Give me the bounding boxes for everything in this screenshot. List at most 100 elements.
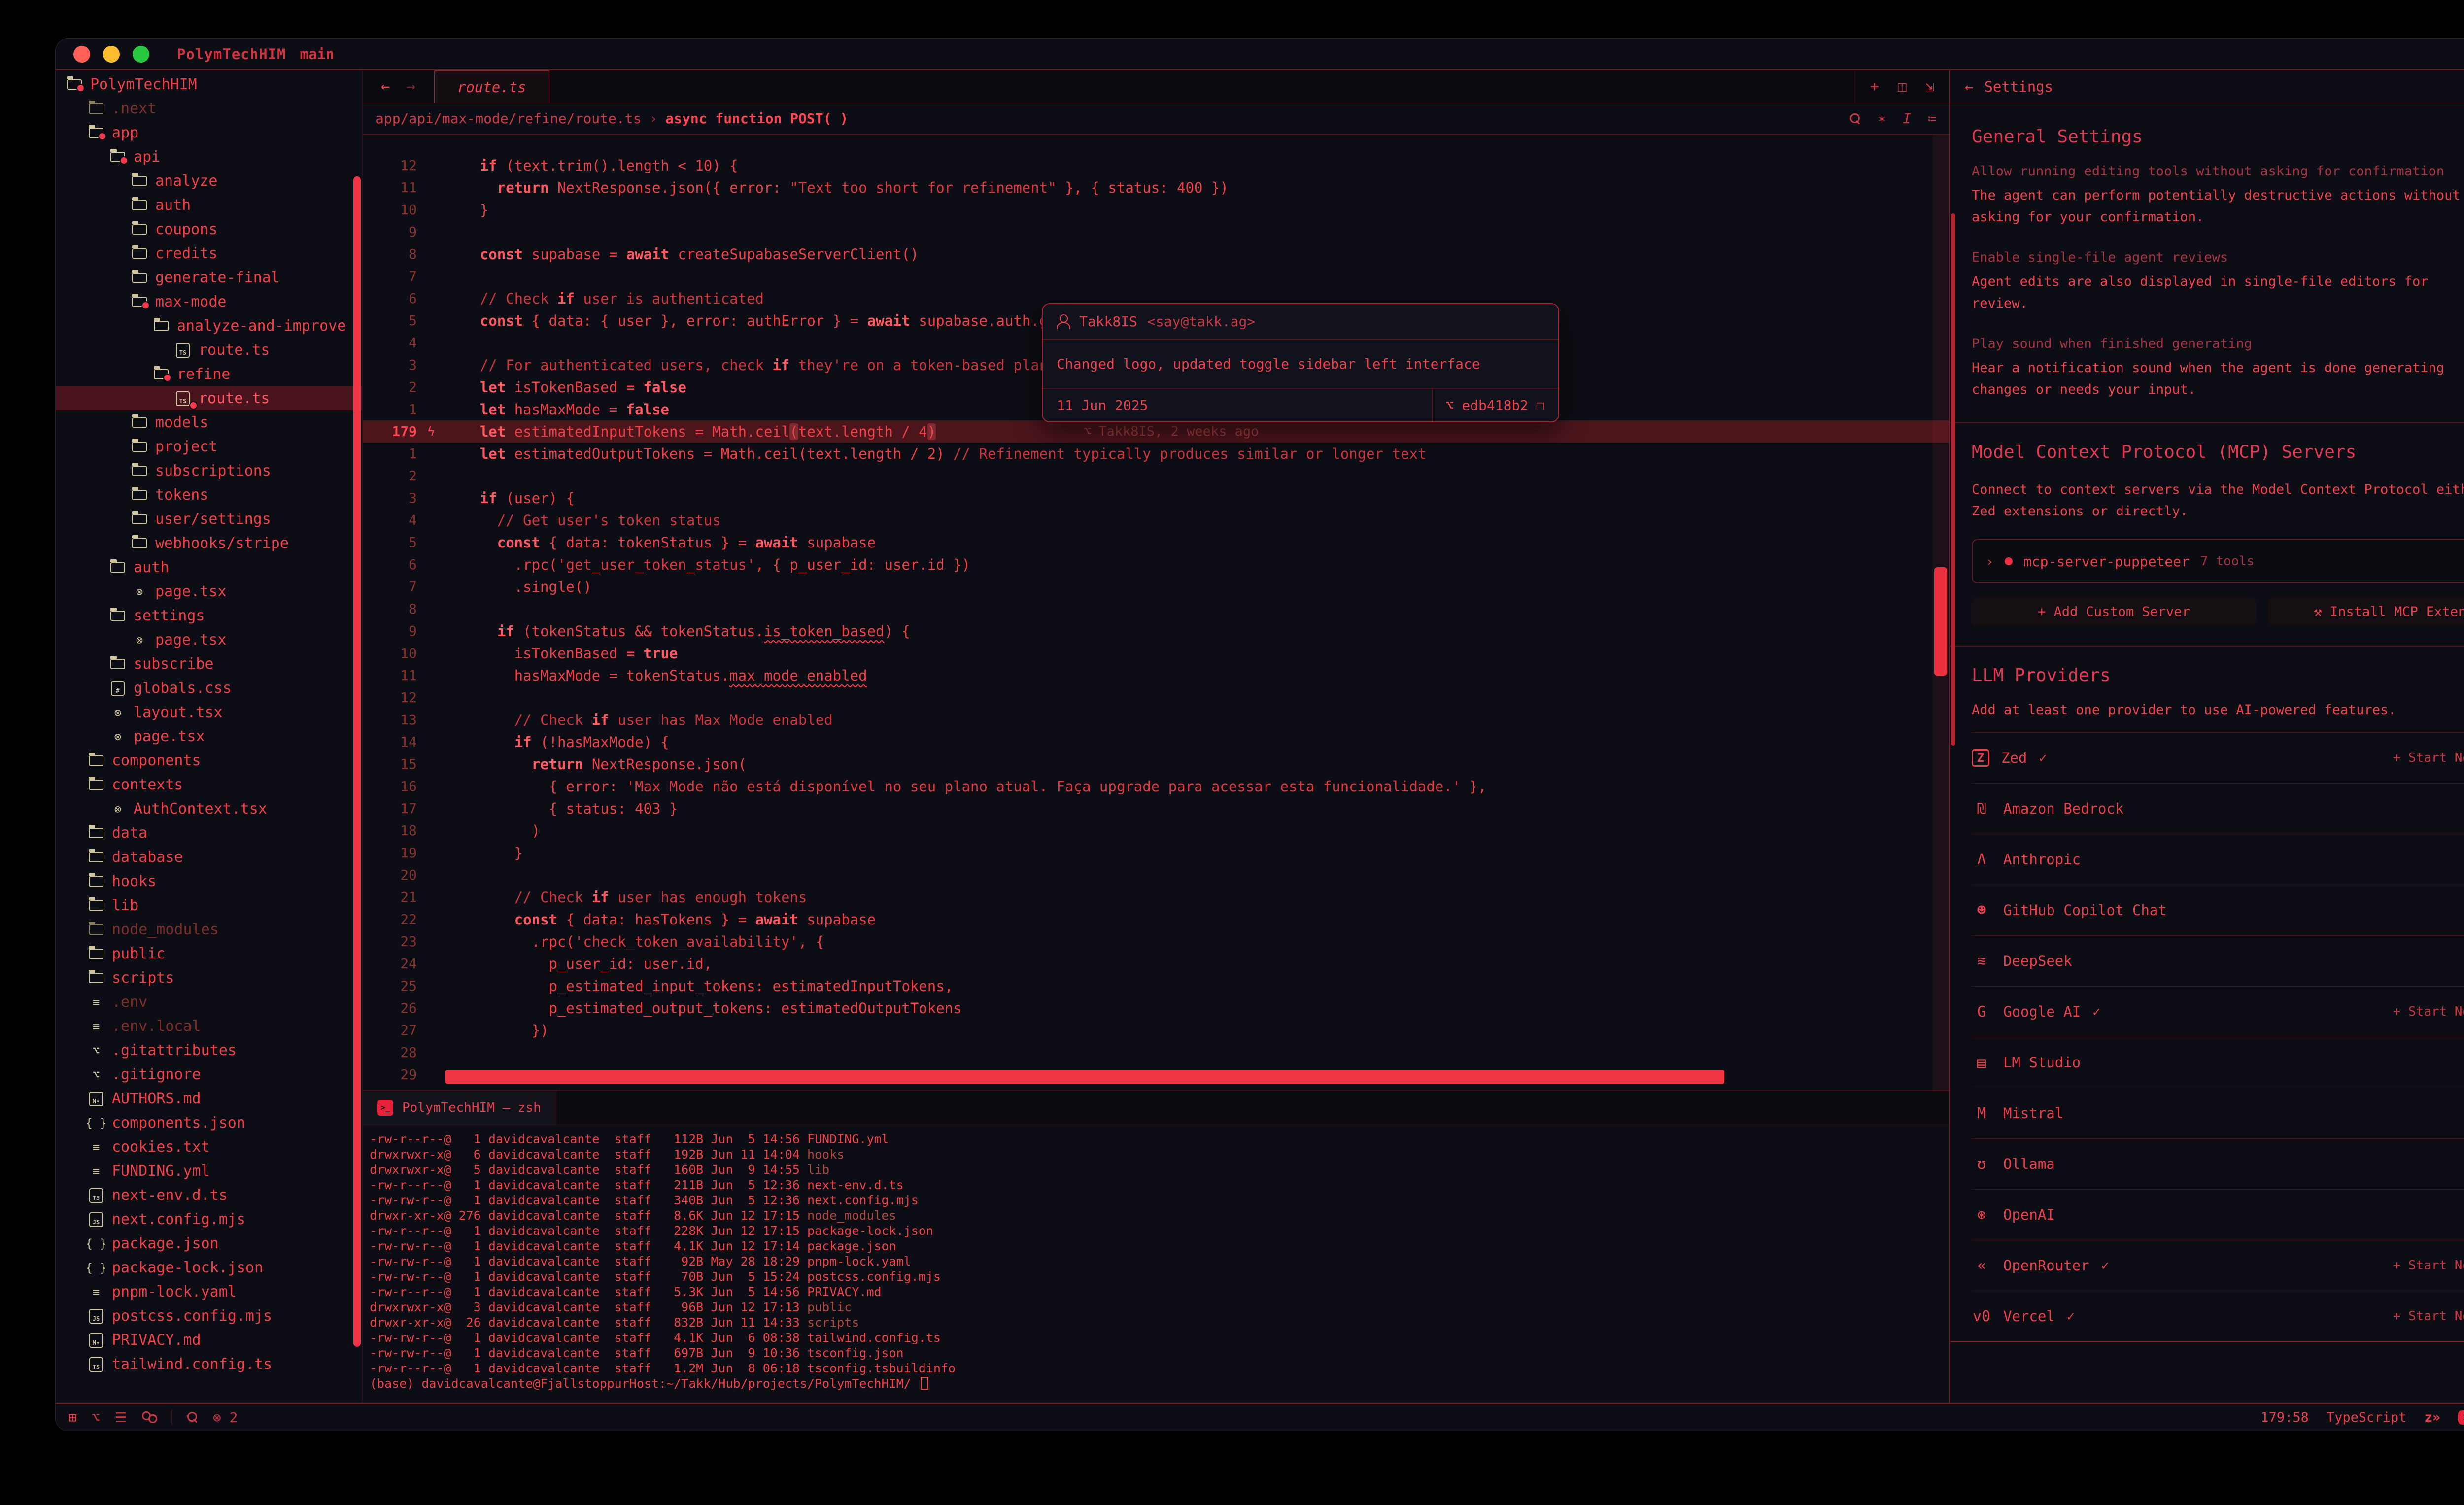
tree-item-package-lock-json[interactable]: { } package-lock.json	[56, 1256, 362, 1280]
tree-item-polymtechhim[interactable]: PolymTechHIM	[56, 72, 362, 97]
edit-prediction-icon[interactable]: z»	[2424, 1410, 2440, 1425]
editor-controls-icon[interactable]: ≔	[1928, 110, 1936, 127]
terminal-panel-toggle-icon[interactable]: >_	[2458, 1410, 2464, 1425]
navigate-back-icon[interactable]: ←	[381, 78, 390, 95]
add-custom-server-button[interactable]: + Add Custom Server	[1972, 597, 2256, 626]
tree-item-webhooks-stripe[interactable]: webhooks/stripe	[56, 531, 362, 555]
tree-item-subscribe[interactable]: subscribe	[56, 652, 362, 676]
tree-item-tailwind-config-ts[interactable]: TS tailwind.config.ts	[56, 1352, 362, 1376]
tree-item-settings[interactable]: settings	[56, 604, 362, 628]
editor-scrollbar-thumb[interactable]	[1934, 567, 1947, 676]
tree-item-package-json[interactable]: { } package.json	[56, 1231, 362, 1256]
tree-item-tokens[interactable]: tokens	[56, 483, 362, 507]
ibeam-cursor-icon[interactable]: I	[1903, 110, 1911, 127]
tree-item-pnpm-lock-yaml[interactable]: ≡ pnpm-lock.yaml	[56, 1280, 362, 1304]
code-editor[interactable]: 12ϟ if (text.trim().length < 10) {11ϟ re…	[363, 135, 1949, 1090]
tree-item-hooks[interactable]: hooks	[56, 869, 362, 893]
tree-item-analyze-and-improve[interactable]: analyze-and-improve	[56, 314, 362, 338]
tree-item-api[interactable]: api	[56, 145, 362, 169]
breadcrumb[interactable]: app/api/max-mode/refine/route.ts › async…	[363, 103, 1949, 135]
copy-icon[interactable]: ❐	[1536, 397, 1544, 413]
split-editor-icon[interactable]: ◫	[1898, 78, 1907, 95]
settings-scrollbar[interactable]	[1951, 213, 1955, 746]
expand-editor-icon[interactable]: ⇲	[1925, 78, 1934, 95]
llm-provider-openai[interactable]: ⊛OpenAI∨	[1972, 1189, 2464, 1240]
tree-item-models[interactable]: models	[56, 410, 362, 435]
tree-item-coupons[interactable]: coupons	[56, 217, 362, 241]
language-selector[interactable]: TypeScript	[2327, 1410, 2407, 1425]
tree-item-globals-css[interactable]: # globals.css	[56, 676, 362, 700]
tree-item--env[interactable]: ≡ .env	[56, 990, 362, 1014]
breadcrumb-path[interactable]: app/api/max-mode/refine/route.ts	[376, 110, 641, 127]
project-panel-scrollbar[interactable]	[353, 176, 361, 1347]
tree-item-components[interactable]: components	[56, 749, 362, 773]
inline-git-blame[interactable]: ⌥ Takk8IS, 2 weeks ago	[1084, 420, 1259, 443]
tree-item-scripts[interactable]: scripts	[56, 966, 362, 990]
tree-item-funding-yml[interactable]: ≡ FUNDING.yml	[56, 1159, 362, 1183]
inline-assist-icon[interactable]: ✶	[1878, 110, 1886, 127]
tree-item-route-ts[interactable]: TS route.ts	[56, 338, 362, 362]
tree-item-auth[interactable]: auth	[56, 193, 362, 217]
tree-item-public[interactable]: public	[56, 942, 362, 966]
tree-item-page-tsx[interactable]: ⊗ page.tsx	[56, 628, 362, 652]
outline-panel-icon[interactable]: ☰	[115, 1409, 127, 1426]
tree-item-user-settings[interactable]: user/settings	[56, 507, 362, 531]
tree-item-authcontext-tsx[interactable]: ⊗ AuthContext.tsx	[56, 797, 362, 821]
tree-item-next-env-d-ts[interactable]: TS next-env.d.ts	[56, 1183, 362, 1207]
llm-provider-google-ai[interactable]: GGoogle AI✓+ Start New Thread∨	[1972, 986, 2464, 1037]
tree-item-page-tsx[interactable]: ⊗ page.tsx	[56, 724, 362, 749]
mcp-server-row[interactable]: › mcp-server-puppeteer 7 tools	[1972, 539, 2464, 583]
tree-item-analyze[interactable]: analyze	[56, 169, 362, 193]
tree-item-layout-tsx[interactable]: ⊗ layout.tsx	[56, 700, 362, 724]
llm-provider-deepseek[interactable]: ≋DeepSeek∨	[1972, 935, 2464, 986]
tree-item-cookies-txt[interactable]: ≡ cookies.txt	[56, 1135, 362, 1159]
tree-item-privacy-md[interactable]: M▾ PRIVACY.md	[56, 1328, 362, 1352]
tree-item-contexts[interactable]: contexts	[56, 773, 362, 797]
tree-item-max-mode[interactable]: max-mode	[56, 290, 362, 314]
editor-horizontal-scrollbar-thumb[interactable]	[445, 1070, 1724, 1084]
tree-item--env-local[interactable]: ≡ .env.local	[56, 1014, 362, 1038]
back-icon[interactable]: ←	[1965, 78, 1973, 95]
start-new-thread-button[interactable]: + Start New Thread	[2393, 1258, 2464, 1273]
breadcrumb-symbol[interactable]: async function POST( )	[665, 110, 848, 127]
tree-item-postcss-config-mjs[interactable]: JS postcss.config.mjs	[56, 1304, 362, 1328]
git-panel-icon[interactable]: ⌥	[92, 1409, 100, 1426]
tree-item-app[interactable]: app	[56, 121, 362, 145]
tree-item-credits[interactable]: credits	[56, 241, 362, 266]
llm-provider-amazon-bedrock[interactable]: ₪Amazon Bedrock∨	[1972, 783, 2464, 834]
tree-item-data[interactable]: data	[56, 821, 362, 845]
install-mcp-extensions-button[interactable]: ⚒ Install MCP Extensions	[2268, 597, 2464, 626]
llm-provider-github-copilot-chat[interactable]: ☻GitHub Copilot Chat∨	[1972, 885, 2464, 935]
llm-provider-zed[interactable]: ZZed✓+ Start New Thread∨	[1972, 732, 2464, 783]
tree-item-database[interactable]: database	[56, 845, 362, 869]
tree-item--gitattributes[interactable]: ⌥ .gitattributes	[56, 1038, 362, 1062]
project-panel-icon[interactable]: ⊞	[68, 1409, 77, 1426]
terminal-output[interactable]: -rw-r--r--@ 1 davidcavalcante staff 112B…	[363, 1125, 1949, 1403]
tree-item-lib[interactable]: lib	[56, 893, 362, 918]
collab-panel-icon[interactable]	[141, 1411, 157, 1423]
cursor-position[interactable]: 179:58	[2260, 1410, 2309, 1425]
terminal-prompt[interactable]: (base) davidcavalcante@FjallstoppurHost:…	[370, 1376, 1942, 1392]
llm-provider-anthropic[interactable]: ɅAnthropic∨	[1972, 834, 2464, 885]
tree-item--gitignore[interactable]: ⌥ .gitignore	[56, 1062, 362, 1087]
llm-provider-lm-studio[interactable]: ▤LM Studio∨	[1972, 1037, 2464, 1088]
tree-item-project[interactable]: project	[56, 435, 362, 459]
tree-item-generate-final[interactable]: generate-final	[56, 266, 362, 290]
git-branch-label[interactable]: main	[300, 46, 335, 63]
llm-provider-openrouter[interactable]: «OpenRouter✓+ Start New Thread∨	[1972, 1240, 2464, 1291]
minimize-window-button[interactable]	[103, 46, 120, 63]
tree-item-page-tsx[interactable]: ⊗ page.tsx	[56, 580, 362, 604]
llm-provider-mistral[interactable]: MMistral∨	[1972, 1088, 2464, 1138]
search-status-icon[interactable]	[187, 1412, 198, 1423]
start-new-thread-button[interactable]: + Start New Thread	[2393, 1309, 2464, 1324]
navigate-forward-icon[interactable]: →	[407, 78, 415, 95]
llm-provider-ollama[interactable]: ʊOllama∨	[1972, 1138, 2464, 1189]
llm-provider-vercel[interactable]: v0Vercel✓+ Start New Thread∨	[1972, 1291, 2464, 1341]
start-new-thread-button[interactable]: + Start New Thread	[2393, 751, 2464, 765]
tree-item-authors-md[interactable]: M▾ AUTHORS.md	[56, 1087, 362, 1111]
close-window-button[interactable]	[73, 46, 90, 63]
expand-chevron-icon[interactable]: ›	[1985, 553, 1994, 570]
tree-item-auth[interactable]: auth	[56, 555, 362, 580]
diagnostics-icon[interactable]: ⊗ 2	[213, 1409, 238, 1426]
window-title[interactable]: PolymTechHIM	[177, 46, 286, 63]
